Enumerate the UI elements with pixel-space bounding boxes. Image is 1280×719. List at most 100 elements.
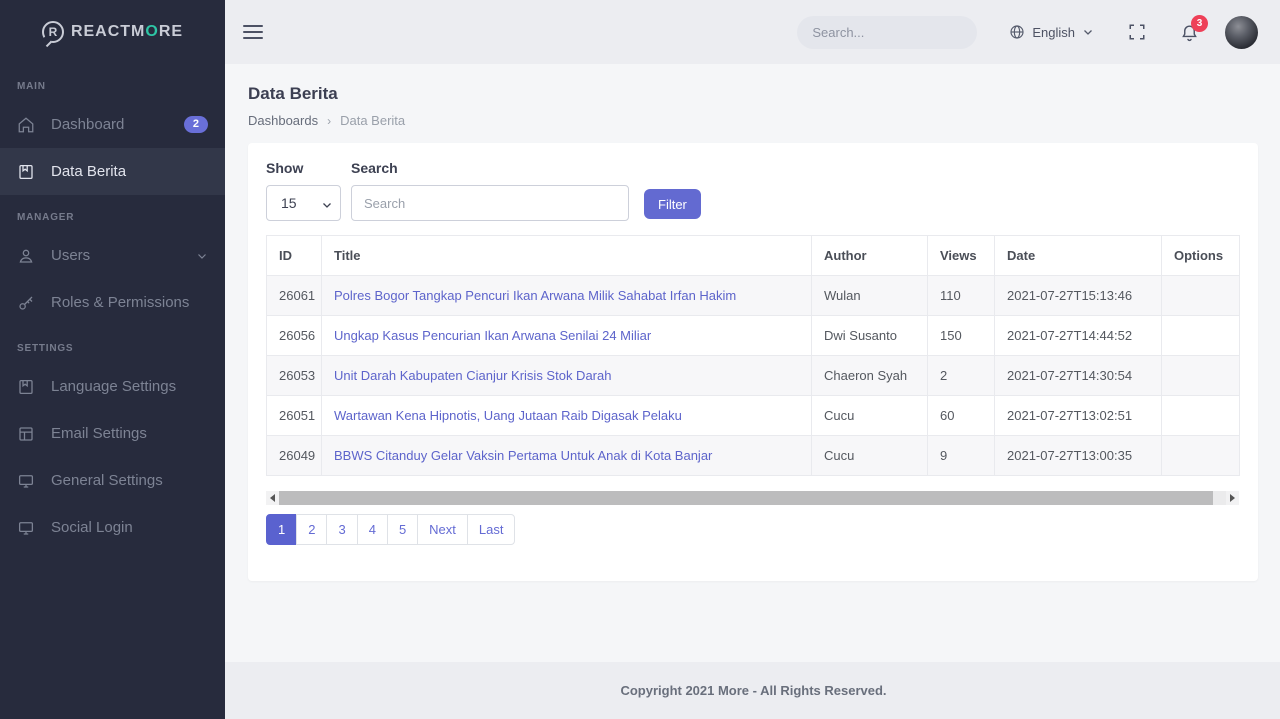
brand-logo-text: REACTMORE	[70, 23, 184, 40]
globe-icon	[1010, 25, 1024, 39]
cell-options	[1161, 435, 1240, 476]
pagination: 1 2 3 4 5 Next Last	[266, 514, 1240, 545]
scroll-left-arrow-icon	[270, 494, 275, 502]
show-label: Show	[266, 160, 304, 176]
layout-icon	[19, 426, 33, 441]
sidebar-item-label: Dashboard	[51, 116, 125, 133]
notification-count-badge: 3	[1191, 14, 1208, 32]
scroll-right-arrow-icon	[1230, 494, 1235, 502]
chevron-down-icon	[1084, 30, 1092, 35]
sidebar-item-data-berita[interactable]: Data Berita	[0, 148, 225, 195]
cell-views: 60	[927, 395, 995, 436]
col-header-title: Title	[321, 235, 812, 276]
cell-author: Cucu	[811, 395, 928, 436]
nav-section-settings: SETTINGS	[17, 343, 74, 354]
cell-id: 26061	[266, 275, 322, 316]
language-selector[interactable]: English	[1009, 24, 1094, 40]
breadcrumb-dashboards[interactable]: Dashboards	[248, 113, 318, 128]
search-input[interactable]	[812, 24, 989, 40]
table-row: 26051 Wartawan Kena Hipnotis, Uang Jutaa…	[266, 395, 1240, 436]
cell-title: Polres Bogor Tangkap Pencuri Ikan Arwana…	[321, 275, 812, 316]
table-search-input[interactable]	[351, 185, 629, 221]
topbar: English 3	[225, 0, 1280, 64]
sidebar-item-label: Data Berita	[51, 163, 127, 180]
cell-id: 26049	[266, 435, 322, 476]
book-icon	[19, 164, 33, 179]
sidebar: R REACTMORE MAIN Dashboard 2 Data Berita…	[0, 0, 225, 719]
cell-options	[1161, 275, 1240, 316]
filter-button[interactable]: Filter	[644, 189, 701, 219]
cell-date: 2021-07-27T13:02:51	[994, 395, 1162, 436]
scrollbar-thumb[interactable]	[279, 491, 1213, 505]
article-link[interactable]: Wartawan Kena Hipnotis, Uang Jutaan Raib…	[334, 408, 682, 423]
brand-logo[interactable]: R REACTMORE	[0, 0, 225, 64]
copyright-text: Copyright 2021 More - All Rights Reserve…	[620, 683, 887, 698]
col-header-options: Options	[1161, 235, 1240, 276]
book-icon	[19, 379, 33, 394]
cell-date: 2021-07-27T15:13:46	[994, 275, 1162, 316]
page-button-1[interactable]: 1	[266, 514, 298, 545]
fullscreen-button[interactable]	[1128, 23, 1146, 41]
cell-author: Wulan	[811, 275, 928, 316]
cell-title: BBWS Citanduy Gelar Vaksin Pertama Untuk…	[321, 435, 812, 476]
cell-options	[1161, 395, 1240, 436]
col-header-author: Author	[811, 235, 928, 276]
cell-options	[1161, 315, 1240, 356]
table-row: 26053 Unit Darah Kabupaten Cianjur Krisi…	[266, 355, 1240, 396]
cell-views: 9	[927, 435, 995, 476]
table-controls: Show 15 Search Filter	[266, 160, 1240, 221]
page-button-2[interactable]: 2	[296, 514, 328, 545]
language-label: English	[1032, 24, 1075, 40]
sidebar-item-label: General Settings	[51, 472, 163, 489]
scroll-right-button[interactable]	[1226, 491, 1239, 505]
cell-title: Unit Darah Kabupaten Cianjur Krisis Stok…	[321, 355, 812, 396]
sidebar-item-label: Language Settings	[51, 378, 177, 395]
col-header-views: Views	[927, 235, 995, 276]
cell-date: 2021-07-27T14:30:54	[994, 355, 1162, 396]
cell-id: 26053	[266, 355, 322, 396]
article-link[interactable]: Unit Darah Kabupaten Cianjur Krisis Stok…	[334, 368, 611, 383]
scroll-left-button[interactable]	[266, 491, 279, 505]
article-link[interactable]: Ungkap Kasus Pencurian Ikan Arwana Senil…	[334, 328, 651, 343]
article-link[interactable]: BBWS Citanduy Gelar Vaksin Pertama Untuk…	[334, 448, 712, 463]
sidebar-item-label: Email Settings	[51, 425, 147, 442]
page-button-3[interactable]: 3	[326, 514, 358, 545]
brand-logo-icon: R	[41, 21, 64, 43]
sidebar-item-general-settings[interactable]: General Settings	[0, 457, 225, 504]
user-icon	[19, 249, 33, 263]
table-row: 26049 BBWS Citanduy Gelar Vaksin Pertama…	[266, 435, 1240, 476]
cell-views: 110	[927, 275, 995, 316]
show-field: Show 15	[266, 160, 341, 221]
cell-date: 2021-07-27T13:00:35	[994, 435, 1162, 476]
sidebar-item-dashboard[interactable]: Dashboard 2	[0, 101, 225, 148]
sidebar-item-users[interactable]: Users	[0, 232, 225, 279]
cell-title: Ungkap Kasus Pencurian Ikan Arwana Senil…	[321, 315, 812, 356]
page-button-4[interactable]: 4	[356, 514, 388, 545]
sidebar-item-social-login[interactable]: Social Login	[0, 504, 225, 551]
page-button-last[interactable]: Last	[466, 514, 516, 545]
dashboard-count-badge: 2	[183, 116, 208, 133]
page-size-select[interactable]: 15	[266, 185, 341, 221]
cell-views: 2	[927, 355, 995, 396]
avatar[interactable]	[1225, 15, 1258, 49]
notifications-button[interactable]: 3	[1180, 14, 1208, 42]
cell-views: 150	[927, 315, 995, 356]
app-root: R REACTMORE MAIN Dashboard 2 Data Berita…	[0, 0, 1280, 719]
page-button-5[interactable]: 5	[386, 514, 419, 545]
sidebar-item-email-settings[interactable]: Email Settings	[0, 410, 225, 457]
sidebar-item-language-settings[interactable]: Language Settings	[0, 363, 225, 410]
content-area: Data Berita Dashboards › Data Berita Sho…	[225, 64, 1280, 662]
data-table: ID Title Author Views Date Options 26061…	[266, 235, 1240, 476]
topbar-search	[797, 15, 989, 49]
sidebar-item-label: Roles & Permissions	[51, 294, 190, 311]
sidebar-item-label: Users	[51, 247, 91, 264]
article-link[interactable]: Polres Bogor Tangkap Pencuri Ikan Arwana…	[334, 288, 736, 303]
cell-title: Wartawan Kena Hipnotis, Uang Jutaan Raib…	[321, 395, 812, 436]
menu-icon[interactable]	[243, 21, 263, 43]
nav-section-manager: MANAGER	[17, 212, 75, 223]
horizontal-scrollbar[interactable]	[266, 491, 1239, 505]
key-icon	[19, 296, 33, 310]
sidebar-item-roles-permissions[interactable]: Roles & Permissions	[0, 279, 225, 326]
monitor-icon	[18, 521, 34, 535]
page-button-next[interactable]: Next	[417, 514, 468, 545]
